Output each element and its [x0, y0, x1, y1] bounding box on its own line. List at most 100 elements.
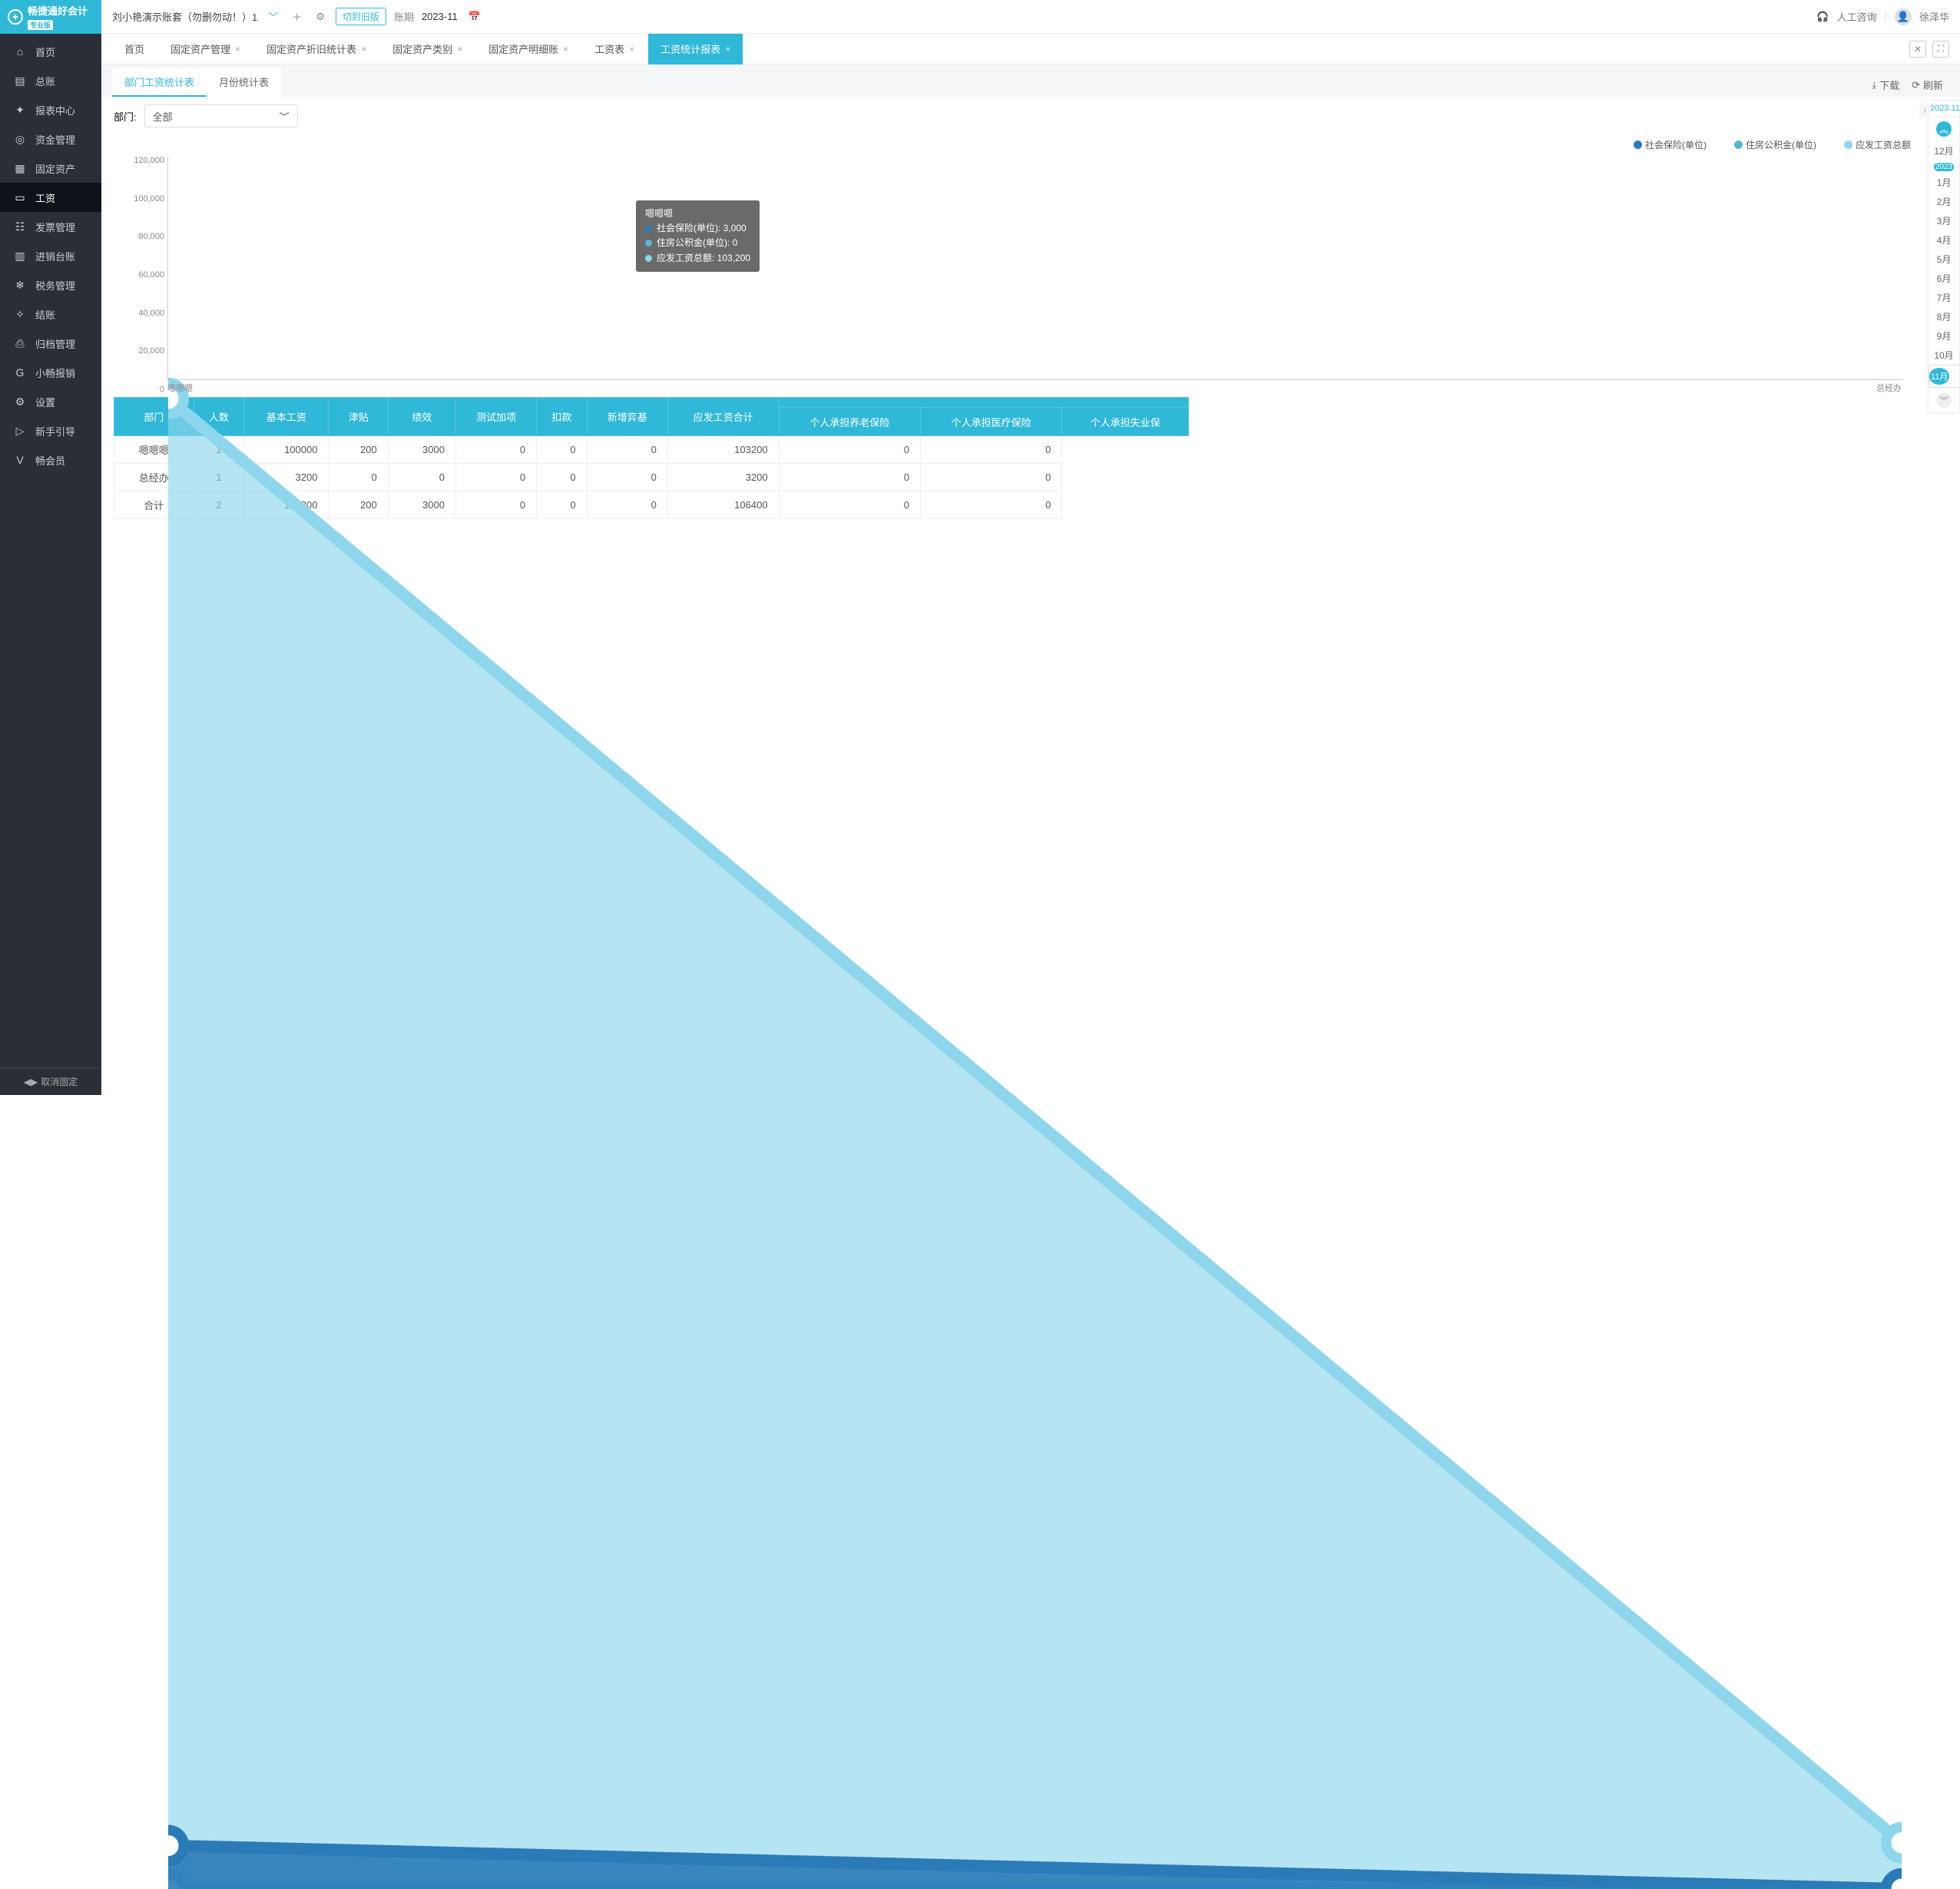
period-label: 账期: [394, 9, 414, 24]
legend-item[interactable]: 应发工资总额: [1830, 140, 1911, 151]
y-axis-labels: 120,000100,00080,00060,00040,00020,0000: [126, 156, 164, 394]
timeline-month-2月[interactable]: 2月: [1929, 192, 1959, 211]
legend-item[interactable]: 住房公积金(单位): [1720, 140, 1816, 151]
sidebar-item-settings[interactable]: ⚙设置: [0, 387, 101, 416]
timeline-month-9月[interactable]: 9月: [1929, 326, 1959, 346]
dept-filter-label: 部门:: [114, 109, 137, 124]
timeline-month-12月[interactable]: 12月: [1929, 141, 1959, 160]
timeline-month-10月[interactable]: 10月: [1929, 346, 1959, 365]
timeline-month-11月[interactable]: 11月: [1929, 365, 1960, 388]
sidebar-item-guide[interactable]: ▷新手引导: [0, 416, 101, 445]
timeline-month-5月[interactable]: 5月: [1929, 250, 1959, 269]
tab-固定资产明细账[interactable]: 固定资产明细账×: [476, 34, 581, 65]
tax-icon: ❄: [14, 279, 26, 291]
archive-icon: ⎙: [14, 337, 26, 349]
download-icon: ⤓: [1872, 79, 1876, 91]
close-icon[interactable]: ×: [235, 44, 240, 55]
page-tabs: 首页固定资产管理×固定资产折旧统计表×固定资产类别×固定资产明细账×工资表×工资…: [101, 34, 1960, 65]
refresh-icon: ⟳: [1912, 79, 1920, 91]
report-icon: ✦: [14, 104, 26, 116]
sidebar-footer-unpin[interactable]: ◀▶ 取消固定: [0, 1067, 101, 1095]
tooltip-row: 社会保险(单位): 3,000: [645, 221, 750, 236]
close-icon[interactable]: ×: [457, 44, 462, 55]
topbar: 刘小艳演示账套（勿删勿动！）1 ﹀ ＋ ⚙ 切到旧版 账期 2023-11 📅 …: [101, 0, 1960, 34]
sidebar-item-close[interactable]: ✧结账: [0, 299, 101, 329]
close-icon[interactable]: ×: [361, 44, 366, 55]
support-link[interactable]: 人工咨询: [1837, 9, 1877, 24]
switch-old-version-button[interactable]: 切到旧版: [336, 8, 386, 25]
tab-首页[interactable]: 首页: [112, 34, 157, 65]
stock-icon: ▥: [14, 250, 26, 262]
avatar[interactable]: 👤: [1895, 8, 1912, 25]
subtab-月份统计表[interactable]: 月份统计表: [207, 68, 281, 97]
close-tab-icon[interactable]: ✕: [1909, 41, 1926, 58]
account-name: 刘小艳演示账套（勿删勿动！）1: [112, 9, 257, 24]
timeline-month-3月[interactable]: 3月: [1929, 211, 1959, 230]
timeline-up-icon[interactable]: ︽: [1936, 121, 1952, 137]
timeline-month-6月[interactable]: 6月: [1929, 269, 1959, 288]
sidebar-item-tax[interactable]: ❄税务管理: [0, 270, 101, 299]
tooltip-title: 嗯嗯嗯: [645, 207, 750, 221]
sidebar: ✦ 畅捷通好会计 专业版 ⌂首页▤总账✦报表中心◎资金管理▦固定资产▭工资☷发票…: [0, 0, 101, 1095]
chevron-down-icon: ﹀: [280, 109, 290, 124]
timeline-head: › 2023.11: [1929, 101, 1959, 117]
salary-icon: ▭: [14, 191, 26, 203]
brand-name: 畅捷通好会计: [28, 3, 88, 18]
x-axis-labels: 嗯嗯嗯总经办: [167, 382, 1902, 394]
download-button[interactable]: ⤓下载: [1866, 73, 1905, 97]
sidebar-item-invoice[interactable]: ☷发票管理: [0, 212, 101, 241]
close-icon[interactable]: ×: [629, 44, 634, 55]
chart-tooltip: 嗯嗯嗯 社会保险(单位): 3,000住房公积金(单位): 0应发工资总额: 1…: [636, 200, 760, 272]
tooltip-row: 住房公积金(单位): 0: [645, 236, 750, 250]
gear-icon[interactable]: ⚙: [313, 8, 328, 26]
timeline-collapse-icon[interactable]: ›: [1919, 104, 1930, 117]
sidebar-item-fund[interactable]: ◎资金管理: [0, 124, 101, 154]
tab-固定资产折旧统计表[interactable]: 固定资产折旧统计表×: [254, 34, 379, 65]
account-dropdown-icon[interactable]: ﹀: [265, 9, 281, 24]
close-icon[interactable]: ×: [725, 44, 730, 55]
timeline-year: 2023: [1934, 163, 1954, 171]
collapse-icon: ◀▶: [24, 1077, 38, 1087]
fund-icon: ◎: [14, 133, 26, 145]
tab-工资统计报表[interactable]: 工资统计报表×: [648, 34, 743, 65]
tab-固定资产管理[interactable]: 固定资产管理×: [158, 34, 253, 65]
timeline-month-4月[interactable]: 4月: [1929, 230, 1959, 250]
dept-select[interactable]: 全部 ﹀: [144, 104, 298, 127]
reimburse-icon: G: [14, 366, 26, 379]
sidebar-item-salary[interactable]: ▭工资: [0, 183, 101, 212]
headset-icon: 🎧: [1816, 11, 1829, 23]
timeline-month-7月[interactable]: 7月: [1929, 288, 1959, 307]
add-icon[interactable]: ＋: [289, 6, 305, 27]
sidebar-item-ledger[interactable]: ▤总账: [0, 66, 101, 95]
tab-固定资产类别[interactable]: 固定资产类别×: [380, 34, 475, 65]
timeline-month-8月[interactable]: 8月: [1929, 307, 1959, 326]
settings-icon: ⚙: [14, 395, 26, 408]
sidebar-item-report[interactable]: ✦报表中心: [0, 95, 101, 124]
cloud-icon: ✦: [8, 9, 23, 25]
sidebar-item-home[interactable]: ⌂首页: [0, 37, 101, 66]
fullscreen-icon[interactable]: ⛶: [1932, 41, 1949, 58]
sidebar-item-reimburse[interactable]: G小畅报销: [0, 358, 101, 387]
user-name: 徐泽华: [1919, 9, 1949, 24]
period-timeline: › 2023.11 ︽ 12月 2023 1月2月3月4月5月6月7月8月9月10月…: [1928, 100, 1960, 413]
timeline-month-1月[interactable]: 1月: [1929, 173, 1959, 192]
refresh-button[interactable]: ⟳刷新: [1905, 73, 1949, 97]
sidebar-item-stock[interactable]: ▥进销台账: [0, 241, 101, 270]
salary-area-chart[interactable]: 120,000100,00080,00060,00040,00020,0000 …: [167, 156, 1902, 394]
brand-logo: ✦ 畅捷通好会计 专业版: [0, 0, 101, 34]
sidebar-item-archive[interactable]: ⎙归档管理: [0, 329, 101, 358]
asset-icon: ▦: [14, 162, 26, 174]
filter-row: 部门: 全部 ﹀: [101, 97, 1960, 135]
close-icon[interactable]: ×: [563, 44, 568, 55]
sidebar-item-asset[interactable]: ▦固定资产: [0, 154, 101, 183]
calendar-icon[interactable]: 📅: [465, 8, 484, 26]
subtab-部门工资统计表[interactable]: 部门工资统计表: [112, 68, 207, 97]
tab-工资表[interactable]: 工资表×: [582, 34, 647, 65]
sidebar-item-vip[interactable]: V畅会员: [0, 445, 101, 475]
period-value: 2023-11: [422, 11, 458, 22]
brand-sub: 专业版: [28, 20, 53, 30]
close-icon: ✧: [14, 308, 26, 320]
invoice-icon: ☷: [14, 220, 26, 233]
legend-item[interactable]: 社会保险(单位): [1620, 140, 1707, 151]
timeline-down-icon[interactable]: ︾: [1936, 392, 1952, 408]
